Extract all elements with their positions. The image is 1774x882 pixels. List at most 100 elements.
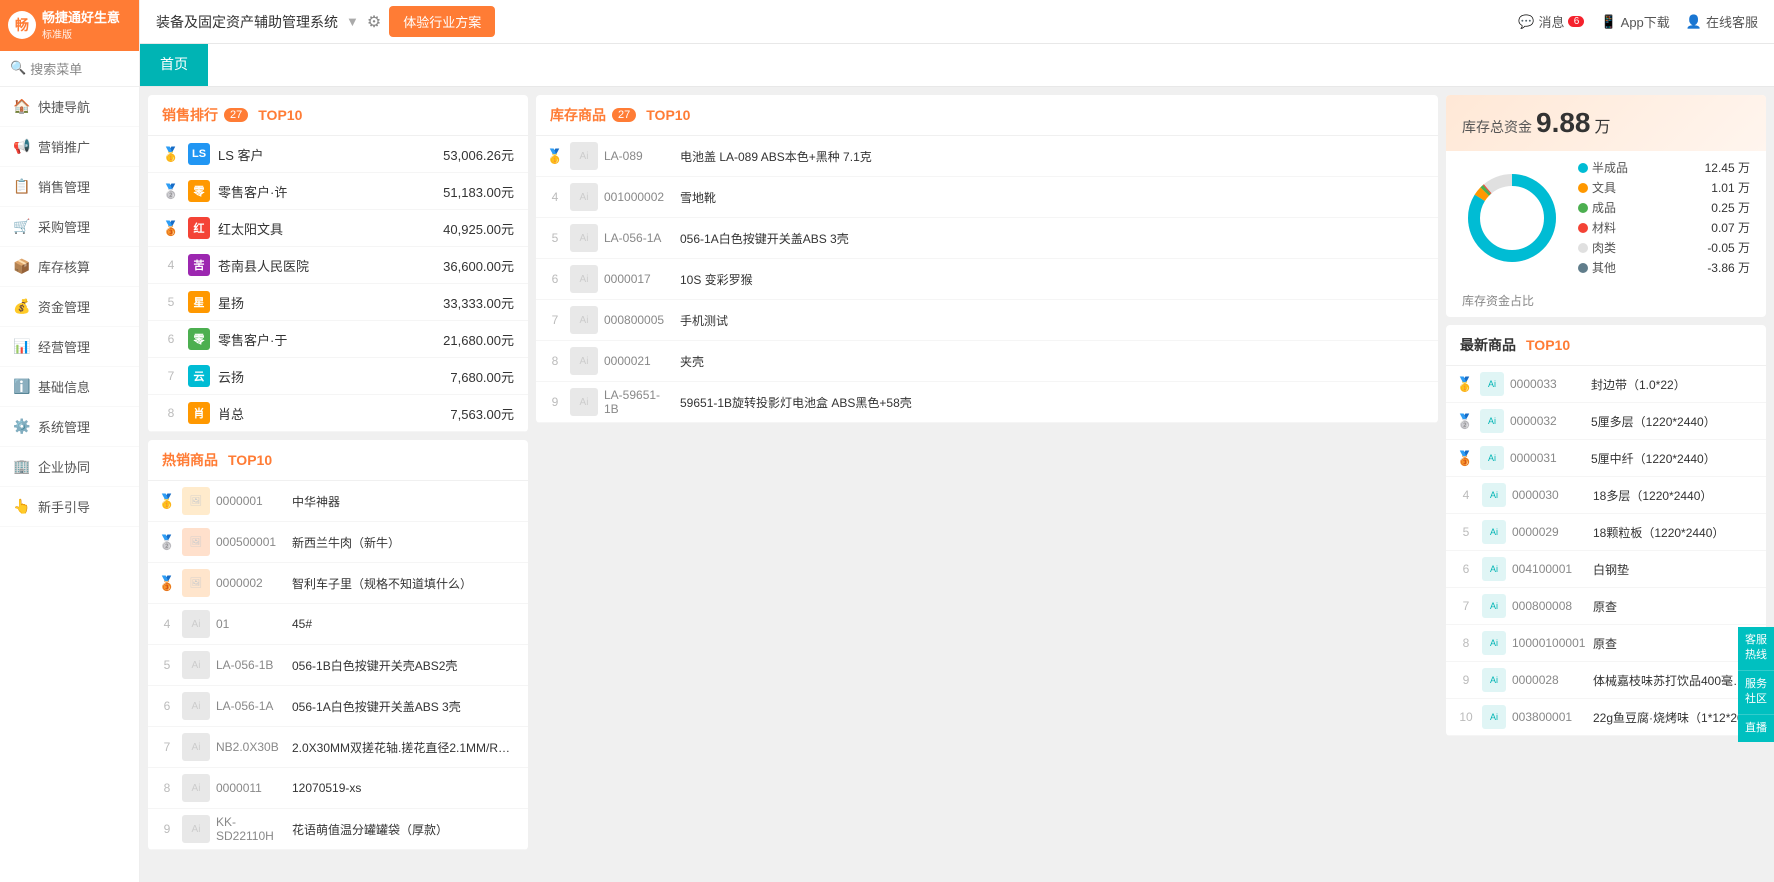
- trial-button[interactable]: 体验行业方案: [389, 6, 495, 37]
- product-name: 2.0X30MM双搓花轴.搓花直径2.1MM/ROHS: [292, 739, 518, 756]
- product-name: 封边带（1.0*22）: [1591, 376, 1756, 393]
- product-image: 🖼: [182, 528, 210, 556]
- medal-icon: 🥇: [162, 145, 180, 163]
- sidebar-item-guide[interactable]: 👆 新手引导: [0, 487, 139, 527]
- product-image: Ai: [570, 388, 598, 416]
- sidebar-item-management[interactable]: 📊 经营管理: [0, 327, 139, 367]
- rank-number: 6: [1456, 562, 1476, 576]
- product-name: 智利车子里（规格不知道填什么）: [292, 575, 518, 592]
- avatar: 苦: [188, 254, 210, 276]
- inv-products-title: 库存商品: [550, 105, 606, 125]
- rank-number: 7: [162, 369, 180, 383]
- customer-ranking-list: 🥇 LS LS 客户 53,006.26元 🥈 零 零售客户·许 51,183.…: [148, 136, 528, 432]
- avatar: LS: [188, 143, 210, 165]
- product-name: 原查: [1593, 598, 1756, 615]
- sidebar-search[interactable]: 🔍 搜索菜单: [0, 51, 139, 87]
- product-name: 原查: [1593, 635, 1756, 652]
- topbar: 装备及固定资产辅助管理系统 ▼ ⚙ 体验行业方案 💬 消息 6 📱 App下载 …: [140, 0, 1774, 44]
- product-name: 电池盖 LA-089 ABS本色+黑种 7.1克: [680, 148, 1428, 165]
- sidebar-item-basics[interactable]: ℹ️ 基础信息: [0, 367, 139, 407]
- sidebar-item-finance[interactable]: 💰 资金管理: [0, 287, 139, 327]
- product-code: LA-59651-1B: [604, 388, 674, 416]
- rank-number: 8: [162, 406, 180, 420]
- list-item: 5 Ai LA-056-1B 056-1B白色按键开关壳ABS2壳: [148, 645, 528, 686]
- latest-products-card: 最新商品 TOP10 🥇 Ai 0000033 封边带（1.0*22） 🥈 Ai…: [1446, 325, 1766, 736]
- system-name: 装备及固定资产辅助管理系统: [156, 12, 338, 32]
- product-image: Ai: [182, 815, 210, 843]
- product-code: 003800001: [1512, 710, 1587, 724]
- product-code: LA-089: [604, 149, 674, 163]
- latest-products-header: 最新商品 TOP10: [1446, 325, 1766, 366]
- sidebar-item-sales[interactable]: 📋 销售管理: [0, 167, 139, 207]
- product-name: 雪地靴: [680, 189, 1428, 206]
- product-image: Ai: [570, 306, 598, 334]
- rank-number: 5: [546, 231, 564, 245]
- list-item: 6 Ai 0000017 10S 变彩罗猴: [536, 259, 1438, 300]
- ranking-title: 销售排行: [162, 105, 218, 125]
- medal-icon: 🥈: [1456, 413, 1474, 430]
- legend-dot: [1578, 263, 1588, 273]
- app-download-button[interactable]: 📱 App下载: [1600, 12, 1669, 31]
- list-item: 10 Ai 003800001 22g鱼豆腐·烧烤味（1*12*20）: [1446, 699, 1766, 736]
- rank-value: 7,563.00元: [450, 404, 514, 423]
- product-image: Ai: [182, 610, 210, 638]
- product-image: Ai: [1482, 631, 1506, 655]
- inv-top10-label: TOP10: [646, 107, 690, 123]
- right-column: 库存总资金 9.88 万: [1446, 95, 1766, 874]
- avatar: 红: [188, 217, 210, 239]
- rank-item: 6 零 零售客户·于 21,680.00元: [148, 321, 528, 358]
- product-code: 004100001: [1512, 562, 1587, 576]
- rank-item: 🥉 红 红太阳文具 40,925.00元: [148, 210, 528, 247]
- service-hotline-button[interactable]: 客服热线: [1738, 627, 1774, 671]
- content-area: 销售排行 27 TOP10 🥇 LS LS 客户 53,006.26元 🥈: [140, 87, 1774, 882]
- sidebar-item-purchase[interactable]: 🛒 采购管理: [0, 207, 139, 247]
- product-image: Ai: [1482, 520, 1506, 544]
- list-item: 5 Ai LA-056-1A 056-1A白色按键开关盖ABS 3壳: [536, 218, 1438, 259]
- product-name: 手机测试: [680, 312, 1428, 329]
- hot-products-card: 热销商品 TOP10 🥇 🖼 0000001 中华神器 🥈 🖼 00050000…: [148, 440, 528, 850]
- inventory-legend: 半成品 12.45 万 文具 1.01 万 成品 0.25 万: [1578, 159, 1750, 276]
- medal-icon: 🥈: [158, 534, 176, 551]
- rank-number: 9: [1456, 673, 1476, 687]
- product-code: 0000001: [216, 494, 286, 508]
- legend-item: 材料 0.07 万: [1578, 219, 1750, 236]
- customer-ranking-header: 销售排行 27 TOP10: [148, 95, 528, 136]
- latest-products-list: 🥇 Ai 0000033 封边带（1.0*22） 🥈 Ai 0000032 5厘…: [1446, 366, 1766, 736]
- sidebar-item-enterprise[interactable]: 🏢 企业协同: [0, 447, 139, 487]
- medal-icon: 🥇: [1456, 376, 1474, 393]
- legend-label: 成品: [1592, 199, 1711, 216]
- product-code: 001000002: [604, 190, 674, 204]
- customer-name: 星扬: [218, 293, 435, 312]
- service-live-button[interactable]: 直播: [1738, 715, 1774, 742]
- message-button[interactable]: 💬 消息 6: [1518, 12, 1584, 31]
- rank-number: 4: [1456, 488, 1476, 502]
- service-community-button[interactable]: 服务社区: [1738, 671, 1774, 715]
- gear-icon[interactable]: ⚙: [367, 12, 381, 32]
- product-name: 新西兰牛肉（新牛）: [292, 534, 518, 551]
- inventory-products-header: 库存商品 27 TOP10: [536, 95, 1438, 136]
- product-code: 0000029: [1512, 525, 1587, 539]
- tab-home[interactable]: 首页: [140, 44, 208, 86]
- guide-icon: 👆: [14, 498, 30, 514]
- sidebar-item-system[interactable]: ⚙️ 系统管理: [0, 407, 139, 447]
- chevron-down-icon[interactable]: ▼: [346, 14, 359, 29]
- product-code: 000500001: [216, 535, 286, 549]
- product-name: 5厘多层（1220*2440）: [1591, 413, 1756, 430]
- marketing-icon: 📢: [14, 138, 30, 154]
- product-code: 0000021: [604, 354, 674, 368]
- product-name: 056-1B白色按键开关壳ABS2壳: [292, 657, 518, 674]
- legend-value: 12.45 万: [1705, 159, 1750, 176]
- avatar: 云: [188, 365, 210, 387]
- customer-name: 零售客户·许: [218, 182, 435, 201]
- online-service-button[interactable]: 👤 在线客服: [1686, 12, 1758, 31]
- rank-number: 8: [158, 781, 176, 795]
- sidebar-item-marketing[interactable]: 📢 营销推广: [0, 127, 139, 167]
- product-code: 0000033: [1510, 377, 1585, 391]
- legend-value: -0.05 万: [1707, 239, 1750, 256]
- rank-item: 5 星 星扬 33,333.00元: [148, 284, 528, 321]
- list-item: 6 Ai 004100001 白钢垫: [1446, 551, 1766, 588]
- rank-number: 9: [546, 395, 564, 409]
- nav-tabs: 首页: [140, 44, 1774, 87]
- sidebar-item-inventory[interactable]: 📦 库存核算: [0, 247, 139, 287]
- sidebar-item-quicknav[interactable]: 🏠 快捷导航: [0, 87, 139, 127]
